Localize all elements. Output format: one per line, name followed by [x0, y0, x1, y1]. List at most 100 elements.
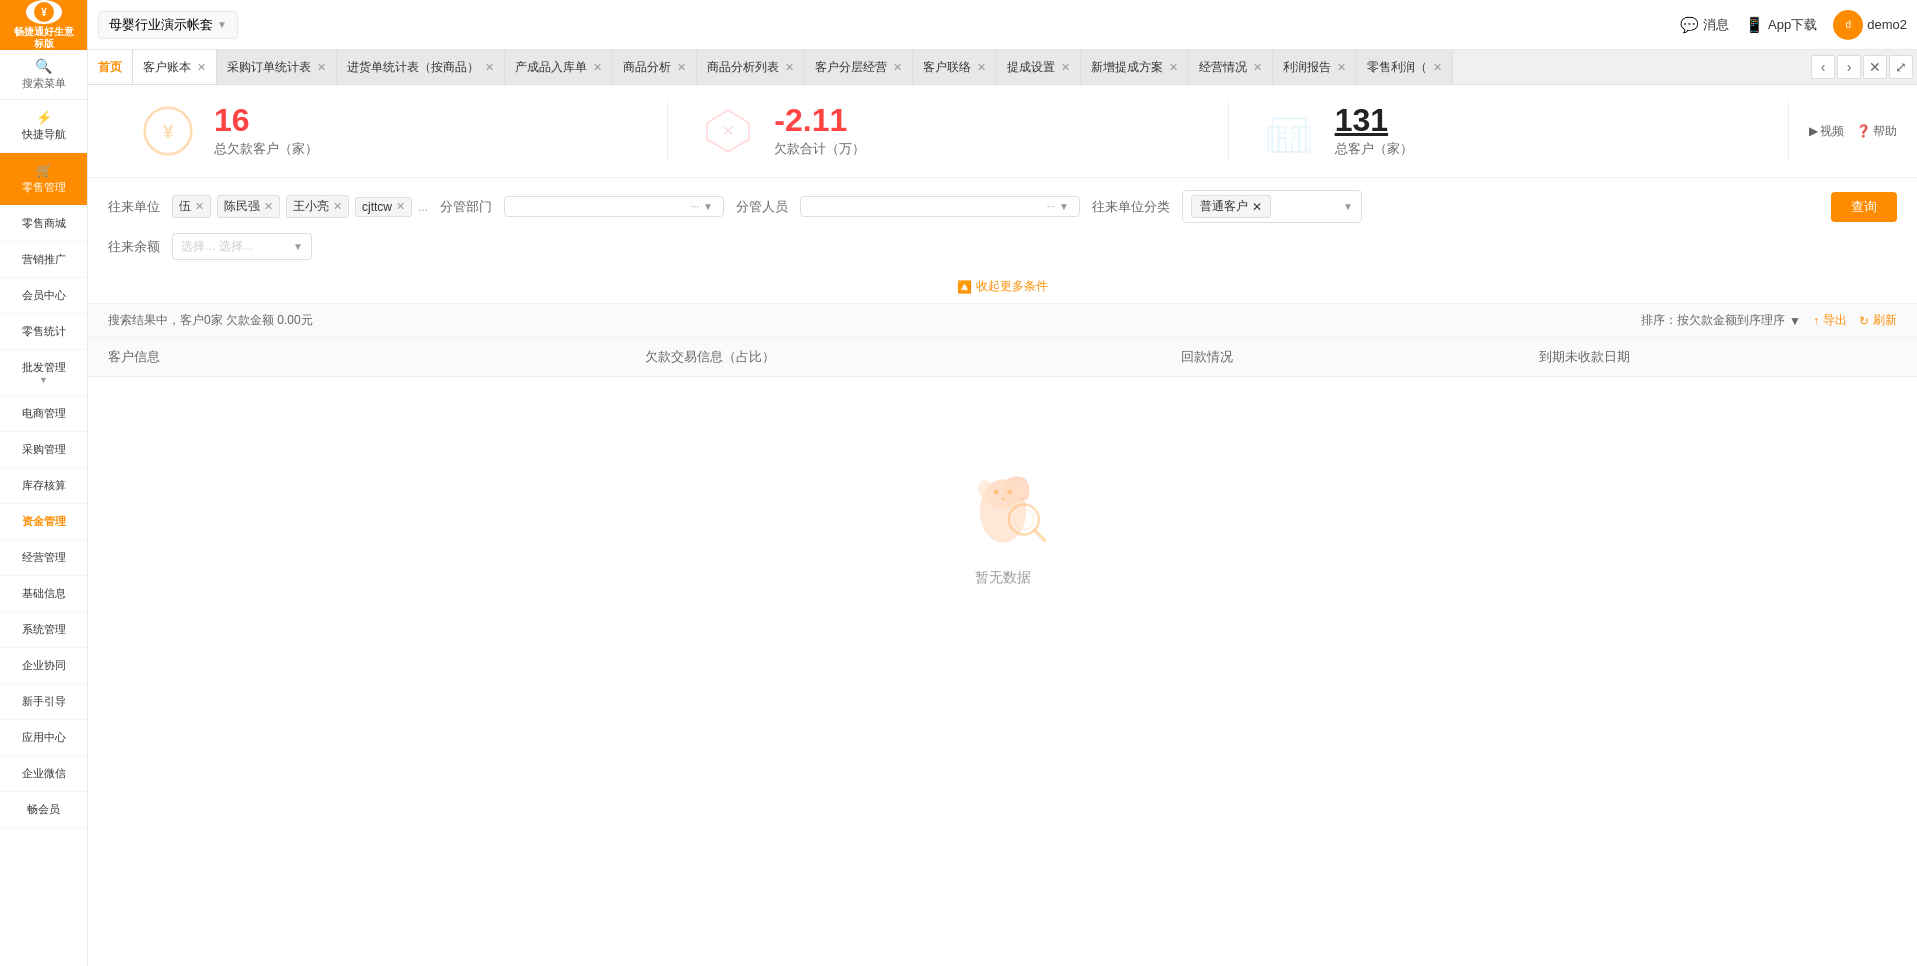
app-download-btn[interactable]: 📱 App下载 — [1745, 16, 1817, 34]
filter-row-1: 往来单位 伍 ✕ 陈民强 ✕ 王小亮 ✕ cjttcw — [108, 190, 1897, 223]
svg-rect-7 — [1292, 127, 1299, 134]
help-btn[interactable]: ❓ 帮助 — [1856, 123, 1897, 140]
query-button[interactable]: 查询 — [1831, 192, 1897, 222]
download-icon: 📱 — [1745, 16, 1764, 34]
filter-tag-wu: 伍 ✕ — [172, 195, 211, 218]
tab-close-product[interactable]: ✕ — [593, 61, 602, 74]
sidebar-item-retail-stats[interactable]: 零售统计 — [0, 314, 87, 350]
tag-close-wu[interactable]: ✕ — [195, 200, 204, 213]
tab-product-purchase[interactable]: 产成品入库单 ✕ — [505, 50, 613, 85]
tab-close-achievement[interactable]: ✕ — [1169, 61, 1178, 74]
sidebar-item-system[interactable]: 系统管理 — [0, 612, 87, 648]
empty-state-icon — [953, 457, 1053, 557]
tab-customer-contact[interactable]: 客户联络 ✕ — [913, 50, 997, 85]
export-button[interactable]: ↑ 导出 — [1813, 312, 1847, 329]
sidebar: ¥ 畅捷通好生意 标版 🔍 搜索菜单 ⚡ 快捷导航 🛒 零售管理 零售商城 营销… — [0, 0, 88, 966]
tab-reminder-settings[interactable]: 提成设置 ✕ — [997, 50, 1081, 85]
tabs-end-buttons: ‹ › ✕ ⤢ — [1811, 55, 1917, 79]
table-header-debt-info: 欠款交易信息（占比） — [645, 348, 1182, 366]
account-dropdown[interactable]: 母婴行业演示帐套 ▼ — [98, 11, 238, 39]
tab-close-goods-analysis[interactable]: ✕ — [677, 61, 686, 74]
message-btn[interactable]: 💬 消息 — [1680, 16, 1729, 34]
sidebar-item-inventory[interactable]: 库存核算 — [0, 468, 87, 504]
tab-business-status[interactable]: 经营情况 ✕ — [1189, 50, 1273, 85]
tab-close-retail[interactable]: ✕ — [1433, 61, 1442, 74]
tab-close-customer-account[interactable]: ✕ — [197, 61, 206, 74]
tabs-bar: 首页 客户账本 ✕ 采购订单统计表 ✕ 进货单统计表（按商品） ✕ 产成品入库单… — [88, 50, 1917, 85]
tab-goods-analysis[interactable]: 商品分析 ✕ — [613, 50, 697, 85]
tag-close-customer-type[interactable]: ✕ — [1252, 200, 1262, 214]
header-right: 💬 消息 📱 App下载 d demo2 — [1680, 10, 1907, 40]
video-btn[interactable]: ▶ 视频 — [1809, 123, 1844, 140]
tag-close-cjttcw[interactable]: ✕ — [396, 200, 405, 213]
refresh-button[interactable]: ↻ 刷新 — [1859, 312, 1897, 329]
tab-close-customer-segment[interactable]: ✕ — [893, 61, 902, 74]
tab-purchase-order-stats[interactable]: 采购订单统计表 ✕ — [217, 50, 337, 85]
sidebar-item-member2[interactable]: 畅会员 — [0, 792, 87, 828]
remaining-placeholder: 选择... — [181, 238, 215, 255]
tabs-expand-btn[interactable]: ⤢ — [1889, 55, 1913, 79]
sidebar-item-retail-store[interactable]: 零售商城 — [0, 206, 87, 242]
customer-type-select[interactable]: 普通客户 ✕ ▼ — [1182, 190, 1362, 223]
tab-close-customer-contact[interactable]: ✕ — [977, 61, 986, 74]
tab-close-business[interactable]: ✕ — [1253, 61, 1262, 74]
sidebar-item-quick-nav[interactable]: ⚡ 快捷导航 — [0, 100, 87, 153]
video-icon: ▶ — [1809, 124, 1818, 138]
user-profile-btn[interactable]: d demo2 — [1833, 10, 1907, 40]
tab-home[interactable]: 首页 — [88, 50, 133, 85]
svg-line-20 — [1034, 530, 1044, 540]
stat-value-customers: 16 — [214, 104, 318, 136]
remaining-label: 往来余额 — [108, 238, 160, 256]
sidebar-item-ecommerce[interactable]: 电商管理 — [0, 396, 87, 432]
filter-tag-cjttcw: cjttcw ✕ — [355, 197, 412, 217]
sort-button[interactable]: 排序：按欠款金额到序理序 ▼ — [1641, 312, 1801, 329]
tab-close-purchase-order[interactable]: ✕ — [317, 61, 326, 74]
filter-tags-container: 伍 ✕ 陈民强 ✕ 王小亮 ✕ cjttcw ✕ ... — [172, 195, 428, 218]
tab-incoming-stats[interactable]: 进货单统计表（按商品） ✕ — [337, 50, 505, 85]
sidebar-item-batch[interactable]: 批发管理 ▼ — [0, 350, 87, 396]
header-bar: 母婴行业演示帐套 ▼ 💬 消息 📱 App下载 d demo2 — [88, 0, 1917, 50]
tag-close-wang[interactable]: ✕ — [333, 200, 342, 213]
tab-close-profit[interactable]: ✕ — [1337, 61, 1346, 74]
sidebar-item-business-mgmt[interactable]: 经营管理 — [0, 540, 87, 576]
tab-customer-segment[interactable]: 客户分层经营 ✕ — [805, 50, 913, 85]
tab-close-incoming[interactable]: ✕ — [485, 61, 494, 74]
collapse-btn[interactable]: 🔼 收起更多条件 — [108, 270, 1897, 303]
tab-close-reminder[interactable]: ✕ — [1061, 61, 1070, 74]
help-icon: ❓ — [1856, 124, 1871, 138]
filter-more-btn[interactable]: ... — [418, 200, 428, 214]
tab-retail-profit[interactable]: 零售利润（ ✕ — [1357, 50, 1453, 85]
remaining-select[interactable]: 选择... 选择... ▼ — [172, 233, 312, 260]
unit-filter-label: 往来单位 — [108, 198, 160, 216]
results-bar: 搜索结果中，客户0家 欠款金额 0.00元 排序：按欠款金额到序理序 ▼ ↑ 导… — [88, 304, 1917, 338]
sidebar-item-purchase[interactable]: 采购管理 — [0, 432, 87, 468]
sidebar-item-marketing[interactable]: 营销推广 — [0, 242, 87, 278]
sidebar-item-enterprise[interactable]: 企业协同 — [0, 648, 87, 684]
sidebar-item-finance[interactable]: 资金管理 — [0, 504, 87, 540]
sidebar-item-member[interactable]: 会员中心 — [0, 278, 87, 314]
sidebar-item-wechat[interactable]: 企业微信 — [0, 756, 87, 792]
sidebar-item-search[interactable]: 🔍 搜索菜单 — [0, 50, 87, 100]
badge-cross-icon: ✕ — [698, 101, 758, 161]
tabs-next-btn[interactable]: › — [1837, 55, 1861, 79]
person-dropdown[interactable]: ··· ▼ — [800, 196, 1080, 217]
sidebar-item-retail[interactable]: 🛒 零售管理 — [0, 153, 87, 206]
svg-rect-5 — [1272, 119, 1305, 152]
tab-new-achievement[interactable]: 新增提成方案 ✕ — [1081, 50, 1189, 85]
tab-customer-account[interactable]: 客户账本 ✕ — [133, 50, 217, 85]
stat-value-debt: -2.11 — [774, 104, 865, 136]
tabs-close-all-btn[interactable]: ✕ — [1863, 55, 1887, 79]
stat-label-total: 总客户（家） — [1335, 140, 1413, 158]
results-summary: 搜索结果中，客户0家 欠款金额 0.00元 — [108, 312, 1641, 329]
svg-text:¥: ¥ — [41, 7, 47, 18]
tab-profit-report[interactable]: 利润报告 ✕ — [1273, 50, 1357, 85]
sidebar-item-app-center[interactable]: 应用中心 — [0, 720, 87, 756]
dept-dropdown[interactable]: ··· ▼ — [504, 196, 724, 217]
tabs-prev-btn[interactable]: ‹ — [1811, 55, 1835, 79]
sidebar-item-basic-info[interactable]: 基础信息 — [0, 576, 87, 612]
tag-close-chen[interactable]: ✕ — [264, 200, 273, 213]
tab-goods-analysis-list[interactable]: 商品分析列表 ✕ — [697, 50, 805, 85]
svg-point-18 — [1014, 480, 1027, 497]
tab-close-goods-list[interactable]: ✕ — [785, 61, 794, 74]
sidebar-item-newbie[interactable]: 新手引导 — [0, 684, 87, 720]
